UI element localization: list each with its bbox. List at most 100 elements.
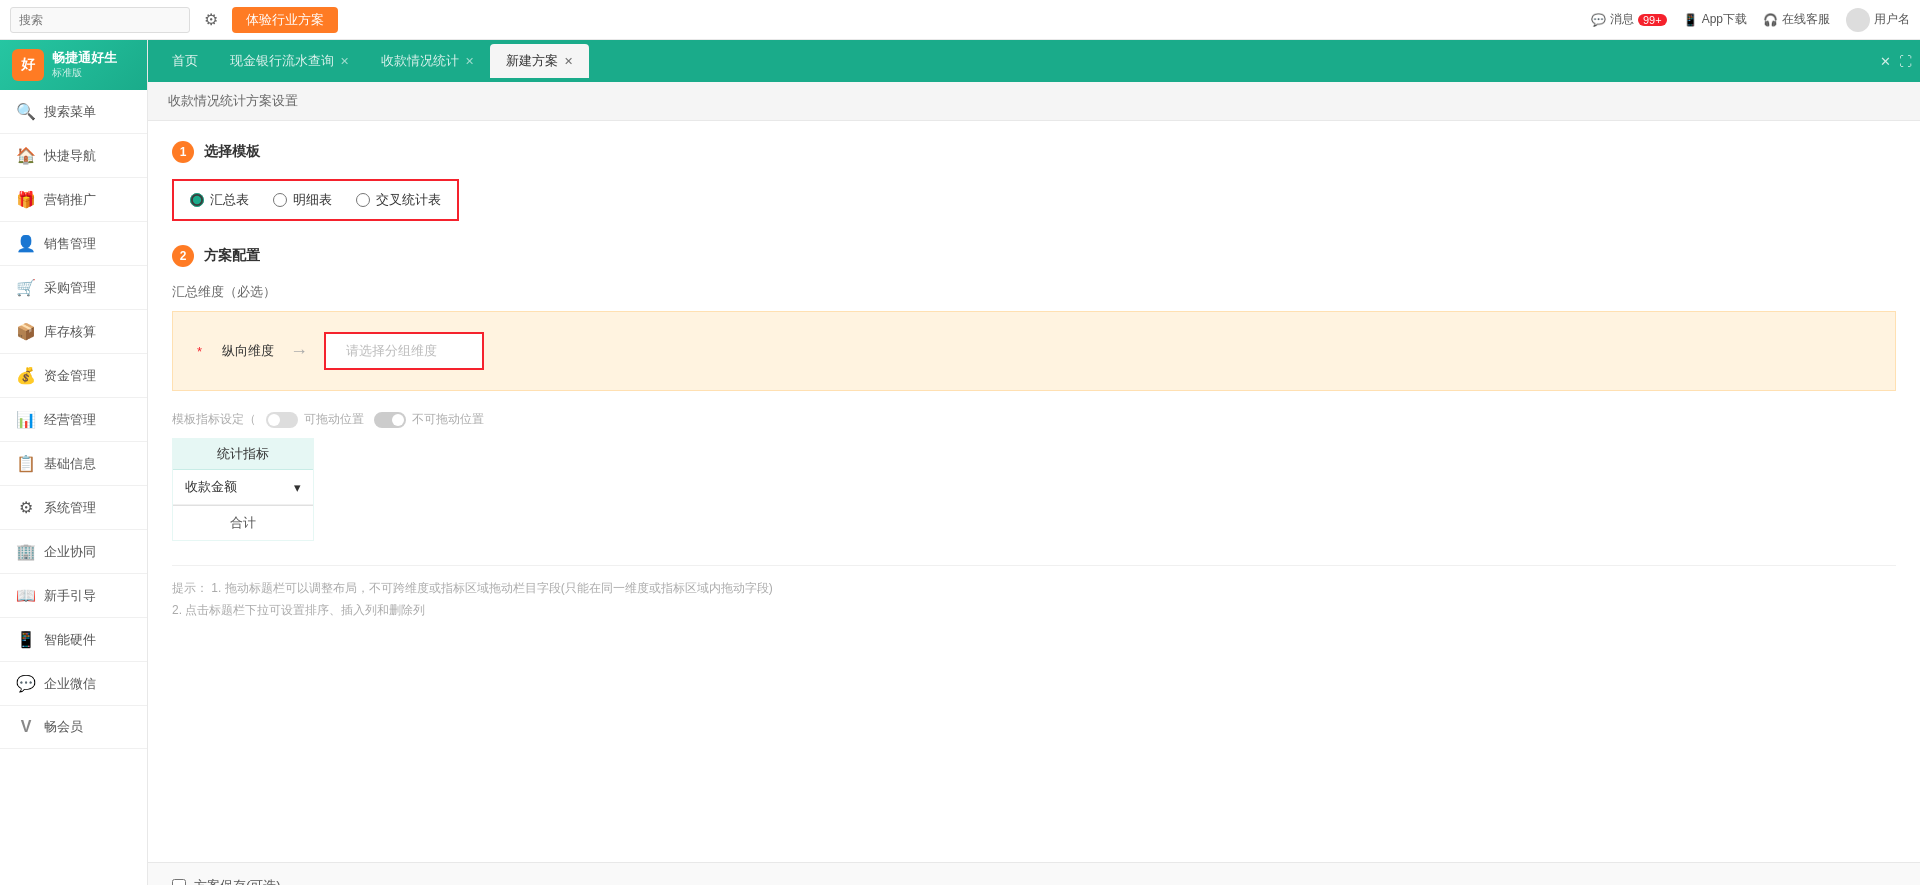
sidebar-item-operations[interactable]: 📊 经营管理 xyxy=(0,398,147,442)
sidebar-item-wechat[interactable]: 💬 企业微信 xyxy=(0,662,147,706)
toggle-track-on xyxy=(266,412,298,428)
radio-cross[interactable]: 交叉统计表 xyxy=(356,191,441,209)
indicator-title: 模板指标设定（ xyxy=(172,411,256,428)
template-options: 汇总表 明细表 交叉统计表 xyxy=(172,179,459,221)
inventory-icon: 📦 xyxy=(16,322,36,341)
tab-new-plan[interactable]: 新建方案 ✕ xyxy=(490,44,589,78)
support-label: 在线客服 xyxy=(1782,11,1830,28)
sidebar-item-search-menu[interactable]: 🔍 搜索菜单 xyxy=(0,90,147,134)
download-icon: 📱 xyxy=(1683,13,1698,27)
tab-new-plan-label: 新建方案 xyxy=(506,52,558,70)
toggle-thumb-off xyxy=(392,414,404,426)
step1-header: 1 选择模板 xyxy=(172,141,1896,163)
sidebar-item-sales[interactable]: 👤 销售管理 xyxy=(0,222,147,266)
step1-section: 1 选择模板 汇总表 明细表 xyxy=(172,141,1896,221)
toggle-track-off xyxy=(374,412,406,428)
main-layout: 好 畅捷通好生 标准版 🔍 搜索菜单 🏠 快捷导航 🎁 营销推广 👤 销售管理 … xyxy=(0,40,1920,885)
support-item[interactable]: 🎧 在线客服 xyxy=(1763,11,1830,28)
system-icon: ⚙ xyxy=(16,498,36,517)
tab-bar: 首页 现金银行流水查询 ✕ 收款情况统计 ✕ 新建方案 ✕ ✕ ⛶ xyxy=(148,40,1920,82)
sidebar-label-basic-info: 基础信息 xyxy=(44,455,96,473)
finance-icon: 💰 xyxy=(16,366,36,385)
settings-icon[interactable]: ⚙ xyxy=(198,7,224,33)
bottom-save: 方案保存(可选) xyxy=(148,862,1920,885)
logo-icon: 好 xyxy=(12,49,44,81)
dimension-select[interactable]: 请选择分组维度 xyxy=(324,332,484,370)
step1-title: 选择模板 xyxy=(204,143,260,161)
sidebar-item-member[interactable]: V 畅会员 xyxy=(0,706,147,749)
radio-detail-input[interactable] xyxy=(273,193,287,207)
indicator-table-row1[interactable]: 收款金额 ▾ xyxy=(173,470,313,505)
top-bar: ⚙ 体验行业方案 💬 消息 99+ 📱 App下载 🎧 在线客服 用户名 xyxy=(0,0,1920,40)
radio-summary-input[interactable] xyxy=(190,193,204,207)
user-name: 用户名 xyxy=(1874,11,1910,28)
toggle-thumb-on xyxy=(268,414,280,426)
sidebar-item-system[interactable]: ⚙ 系统管理 xyxy=(0,486,147,530)
tab-bar-controls: ✕ ⛶ xyxy=(1880,54,1912,69)
sidebar-item-hardware[interactable]: 📱 智能硬件 xyxy=(0,618,147,662)
sidebar: 好 畅捷通好生 标准版 🔍 搜索菜单 🏠 快捷导航 🎁 营销推广 👤 销售管理 … xyxy=(0,40,148,885)
marketing-icon: 🎁 xyxy=(16,190,36,209)
sidebar-label-quick-nav: 快捷导航 xyxy=(44,147,96,165)
radio-cross-input[interactable] xyxy=(356,193,370,207)
tab-home-label: 首页 xyxy=(172,52,198,70)
sidebar-item-inventory[interactable]: 📦 库存核算 xyxy=(0,310,147,354)
radio-detail[interactable]: 明细表 xyxy=(273,191,332,209)
sidebar-item-guide[interactable]: 📖 新手引导 xyxy=(0,574,147,618)
sidebar-item-marketing[interactable]: 🎁 营销推广 xyxy=(0,178,147,222)
search-input[interactable] xyxy=(10,7,190,33)
content-area: 首页 现金银行流水查询 ✕ 收款情况统计 ✕ 新建方案 ✕ ✕ ⛶ 收款情况统计… xyxy=(148,40,1920,885)
tab-bank-flow-label: 现金银行流水查询 xyxy=(230,52,334,70)
sidebar-label-sales: 销售管理 xyxy=(44,235,96,253)
indicator-table-header: 统计指标 xyxy=(173,439,313,470)
step2-header: 2 方案配置 xyxy=(172,245,1896,267)
radio-summary[interactable]: 汇总表 xyxy=(190,191,249,209)
download-item[interactable]: 📱 App下载 xyxy=(1683,11,1747,28)
sidebar-item-enterprise[interactable]: 🏢 企业协同 xyxy=(0,530,147,574)
operations-icon: 📊 xyxy=(16,410,36,429)
indicator-table: 统计指标 收款金额 ▾ 合计 xyxy=(172,438,314,541)
indicator-info: 模板指标设定（ 可拖动位置 不可拖 xyxy=(172,411,1896,428)
wechat-icon: 💬 xyxy=(16,674,36,693)
dimension-title: 汇总维度（必选） xyxy=(172,283,1896,301)
save-checkbox[interactable] xyxy=(172,879,186,885)
sidebar-item-finance[interactable]: 💰 资金管理 xyxy=(0,354,147,398)
tab-payment-stats-close[interactable]: ✕ xyxy=(465,55,474,68)
arrow-icon: → xyxy=(290,341,308,362)
sidebar-item-basic-info[interactable]: 📋 基础信息 xyxy=(0,442,147,486)
sidebar-item-purchase[interactable]: 🛒 采购管理 xyxy=(0,266,147,310)
purchase-icon: 🛒 xyxy=(16,278,36,297)
breadcrumb-text: 收款情况统计方案设置 xyxy=(168,93,298,108)
message-item[interactable]: 💬 消息 99+ xyxy=(1591,11,1667,28)
tab-new-plan-close[interactable]: ✕ xyxy=(564,55,573,68)
tab-payment-stats[interactable]: 收款情况统计 ✕ xyxy=(365,44,490,78)
support-icon: 🎧 xyxy=(1763,13,1778,27)
sidebar-label-hardware: 智能硬件 xyxy=(44,631,96,649)
tab-close-icon[interactable]: ✕ xyxy=(1880,54,1891,69)
indicator-settings: 模板指标设定（ 可拖动位置 不可拖 xyxy=(172,411,1896,541)
user-item[interactable]: 用户名 xyxy=(1846,8,1910,32)
tab-expand-icon[interactable]: ⛶ xyxy=(1899,54,1912,69)
dimension-box: * 纵向维度 → 请选择分组维度 xyxy=(172,311,1896,391)
avatar xyxy=(1846,8,1870,32)
toggle-draggable[interactable]: 可拖动位置 xyxy=(266,411,364,428)
toggle-off-label: 不可拖动位置 xyxy=(412,411,484,428)
tab-bank-flow[interactable]: 现金银行流水查询 ✕ xyxy=(214,44,365,78)
sidebar-label-search-menu: 搜索菜单 xyxy=(44,103,96,121)
sidebar-label-guide: 新手引导 xyxy=(44,587,96,605)
sidebar-label-enterprise: 企业协同 xyxy=(44,543,96,561)
sidebar-logo: 好 畅捷通好生 标准版 xyxy=(0,40,147,90)
page-content: 收款情况统计方案设置 1 选择模板 汇总表 xyxy=(148,82,1920,885)
toggle-non-draggable[interactable]: 不可拖动位置 xyxy=(374,411,484,428)
sidebar-label-finance: 资金管理 xyxy=(44,367,96,385)
sidebar-label-system: 系统管理 xyxy=(44,499,96,517)
sidebar-label-purchase: 采购管理 xyxy=(44,279,96,297)
sidebar-label-wechat: 企业微信 xyxy=(44,675,96,693)
sidebar-item-quick-nav[interactable]: 🏠 快捷导航 xyxy=(0,134,147,178)
tab-bank-flow-close[interactable]: ✕ xyxy=(340,55,349,68)
message-icon: 💬 xyxy=(1591,13,1606,27)
tab-home[interactable]: 首页 xyxy=(156,44,214,78)
trial-button[interactable]: 体验行业方案 xyxy=(232,7,338,33)
sidebar-label-inventory: 库存核算 xyxy=(44,323,96,341)
tab-payment-stats-label: 收款情况统计 xyxy=(381,52,459,70)
